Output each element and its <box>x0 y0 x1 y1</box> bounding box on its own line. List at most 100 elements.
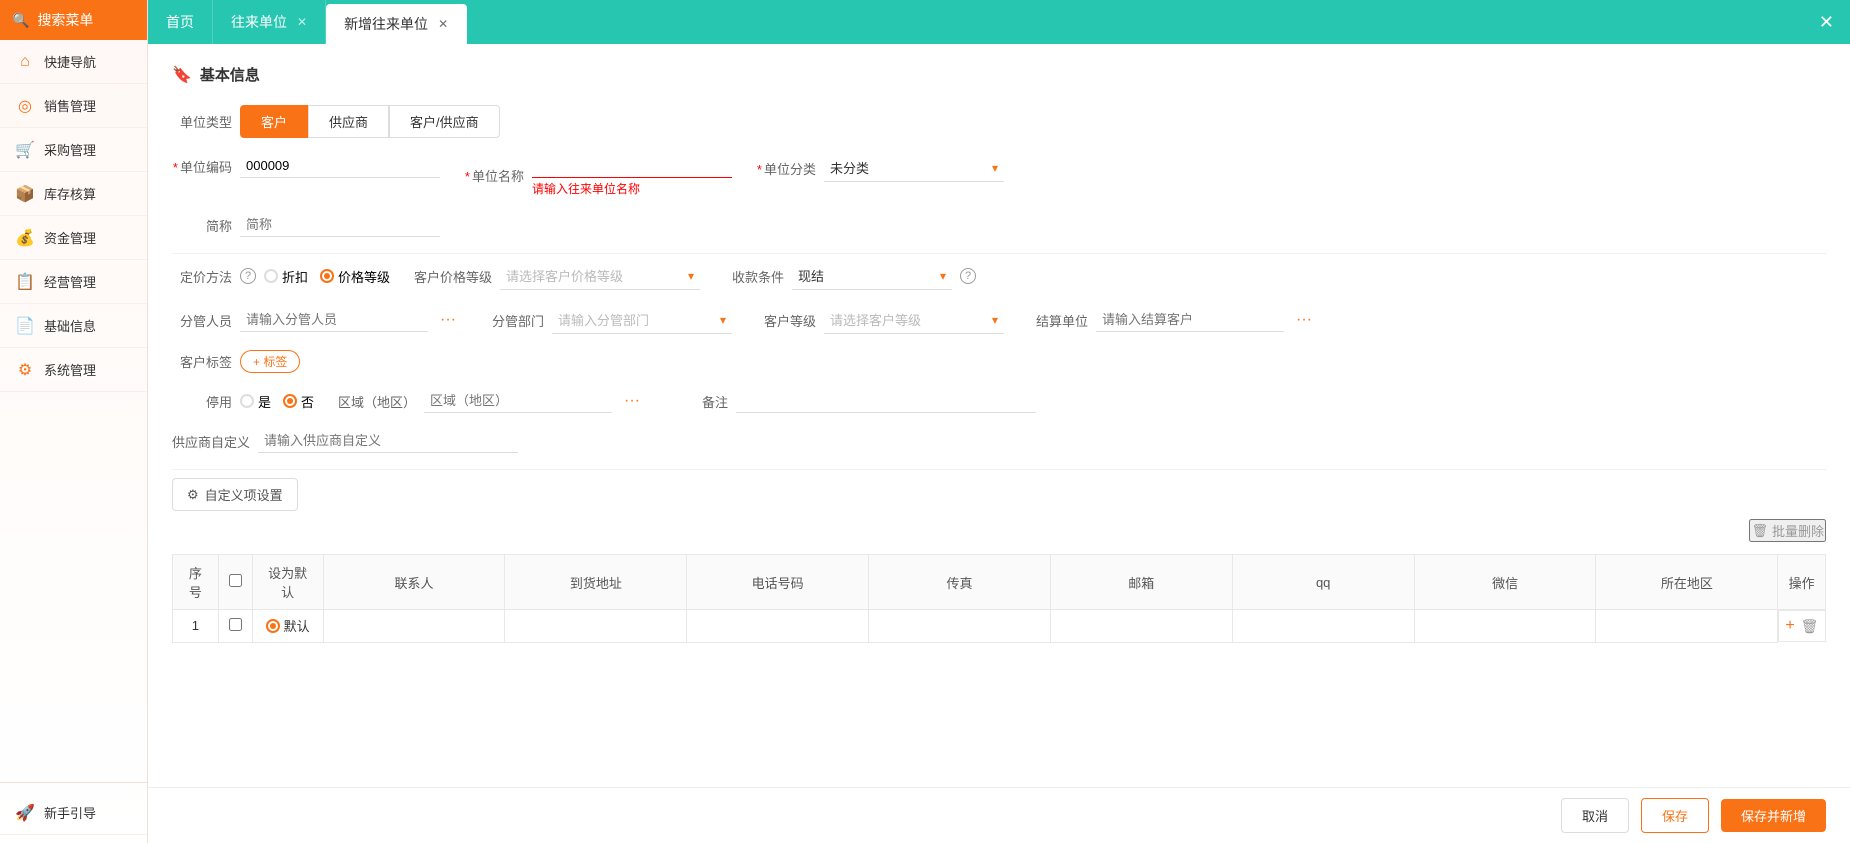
sidebar-item-system[interactable]: ⚙ 系统管理 <box>0 348 147 392</box>
tab-new-partner[interactable]: 新增往来单位 ✕ <box>326 4 467 44</box>
custom-settings-button[interactable]: ⚙ 自定义项设置 <box>172 478 298 511</box>
row-wechat[interactable] <box>1414 610 1596 643</box>
sidebar-item-purchase[interactable]: 🛒 采购管理 <box>0 128 147 172</box>
address-input[interactable] <box>515 618 676 633</box>
col-wechat: 微信 <box>1414 555 1596 610</box>
customer-price-level-select[interactable]: 请选择客户价格等级 ▾ <box>500 262 700 290</box>
disabled-no-radio <box>283 394 297 408</box>
tab-partners[interactable]: 往来单位 ✕ <box>213 0 326 44</box>
unit-type-both[interactable]: 客户/供应商 <box>389 105 500 138</box>
settlement-input[interactable] <box>1096 308 1284 332</box>
region-input[interactable] <box>1606 618 1767 633</box>
sidebar-item-guide[interactable]: 🚀 新手引导 <box>0 791 147 835</box>
remark-input[interactable] <box>736 389 1036 413</box>
remark-label: 备注 <box>668 392 728 411</box>
save-button[interactable]: 保存 <box>1641 798 1709 833</box>
payment-chevron-icon: ▾ <box>940 269 946 283</box>
row-default-radio[interactable]: 默认 <box>263 616 313 635</box>
row-region[interactable] <box>1596 610 1778 643</box>
sidebar-search[interactable]: 🔍 搜索菜单 <box>0 0 147 40</box>
disabled-group: 停用 是 否 <box>172 392 314 411</box>
disabled-no[interactable]: 否 <box>283 392 314 411</box>
tab-partners-close[interactable]: ✕ <box>297 15 307 29</box>
table-head: 序号 设为默认 联系人 到货地址 电话号码 传真 邮箱 qq 微信 所在地区 操… <box>173 555 1826 610</box>
phone-input[interactable] <box>697 618 858 633</box>
row-contact[interactable] <box>323 610 505 643</box>
close-all-tabs[interactable]: ✕ <box>1803 12 1850 33</box>
delete-row-btn[interactable]: 🗑 <box>1801 618 1819 635</box>
tab-new-partner-label: 新增往来单位 <box>344 14 428 34</box>
row-index: 1 <box>173 610 219 643</box>
qq-input[interactable] <box>1243 618 1404 633</box>
row-address[interactable] <box>505 610 687 643</box>
section-title-text: 基本信息 <box>200 64 260 85</box>
department-group: 分管部门 请输入分管部门 ▾ <box>484 306 732 334</box>
add-row-btn[interactable]: + <box>1785 617 1794 635</box>
unit-type-buttons: 客户 供应商 客户/供应商 <box>240 105 500 138</box>
unit-name-group: 单位名称 请输入往来单位名称 <box>464 154 732 197</box>
unit-category-select[interactable]: 未分类 ▾ <box>824 154 1004 182</box>
unit-code-input[interactable] <box>240 154 440 178</box>
col-checkbox <box>218 555 252 610</box>
customer-level-select[interactable]: 请选择客户等级 ▾ <box>824 306 1004 334</box>
col-qq: qq <box>1232 555 1414 610</box>
unit-name-input[interactable] <box>532 154 732 178</box>
supplier-custom-group: 供应商自定义 <box>172 429 518 453</box>
sidebar-item-label: 库存核算 <box>44 184 96 203</box>
unit-type-supplier[interactable]: 供应商 <box>308 105 389 138</box>
department-select[interactable]: 请输入分管部门 ▾ <box>552 306 732 334</box>
pricing-radio-group: 折扣 价格等级 <box>264 267 390 286</box>
pricing-method-group: 定价方法 ? 折扣 价格等级 <box>172 267 390 286</box>
row-qq[interactable] <box>1232 610 1414 643</box>
tag-add-button[interactable]: + 标签 <box>240 350 300 373</box>
cancel-button[interactable]: 取消 <box>1561 798 1629 833</box>
fax-input[interactable] <box>879 618 1040 633</box>
sidebar-item-finance[interactable]: 💰 资金管理 <box>0 216 147 260</box>
sidebar-item-inventory[interactable]: 📦 库存核算 <box>0 172 147 216</box>
manager-input[interactable] <box>240 308 428 332</box>
contact-input[interactable] <box>334 618 495 633</box>
payment-terms-value: 现结 <box>798 266 940 285</box>
operations-icon: 📋 <box>16 273 34 291</box>
batch-delete-button[interactable]: 🗑 批量删除 <box>1749 519 1826 542</box>
payment-terms-select[interactable]: 现结 ▾ <box>792 262 952 290</box>
col-fax: 传真 <box>869 555 1051 610</box>
row-checkbox[interactable] <box>229 618 242 631</box>
payment-terms-label: 收款条件 <box>724 267 784 286</box>
sidebar-item-basic[interactable]: 📄 基础信息 <box>0 304 147 348</box>
tab-new-partner-close[interactable]: ✕ <box>438 17 448 31</box>
area-input[interactable] <box>424 389 612 413</box>
area-group: 区域（地区） ··· <box>338 389 644 413</box>
wechat-input[interactable] <box>1425 618 1586 633</box>
row-fax[interactable] <box>869 610 1051 643</box>
area-more-btn[interactable]: ··· <box>620 392 644 410</box>
tab-home[interactable]: 首页 <box>148 0 213 44</box>
supplier-custom-input[interactable] <box>258 429 518 453</box>
price-chevron-icon: ▾ <box>688 269 694 283</box>
disabled-yes[interactable]: 是 <box>240 392 271 411</box>
row-actions: + 🗑 <box>1778 610 1825 642</box>
row-phone[interactable] <box>687 610 869 643</box>
pricing-help-icon[interactable]: ? <box>240 268 256 284</box>
sidebar-item-operations[interactable]: 📋 经营管理 <box>0 260 147 304</box>
col-contact: 联系人 <box>323 555 505 610</box>
short-name-input[interactable] <box>240 213 440 237</box>
pricing-discount-radio <box>264 269 278 283</box>
supplier-custom-label: 供应商自定义 <box>172 432 250 451</box>
pricing-level[interactable]: 价格等级 <box>320 267 390 286</box>
col-default: 设为默认 <box>252 555 323 610</box>
sidebar-item-quick-nav[interactable]: ⌂ 快捷导航 <box>0 40 147 84</box>
pricing-discount[interactable]: 折扣 <box>264 267 308 286</box>
email-input[interactable] <box>1061 618 1222 633</box>
unit-type-group: 单位类型 客户 供应商 客户/供应商 <box>172 105 500 138</box>
unit-type-customer[interactable]: 客户 <box>240 105 308 138</box>
settlement-more-btn[interactable]: ··· <box>1292 311 1316 329</box>
sidebar-item-sales[interactable]: ◎ 销售管理 <box>0 84 147 128</box>
manager-more-btn[interactable]: ··· <box>436 311 460 329</box>
save-new-button[interactable]: 保存并新增 <box>1721 799 1826 832</box>
payment-help-icon[interactable]: ? <box>960 268 976 284</box>
settlement-label: 结算单位 <box>1028 311 1088 330</box>
row-email[interactable] <box>1050 610 1232 643</box>
select-all-checkbox[interactable] <box>229 574 242 587</box>
unit-name-error: 请输入往来单位名称 <box>532 180 732 197</box>
